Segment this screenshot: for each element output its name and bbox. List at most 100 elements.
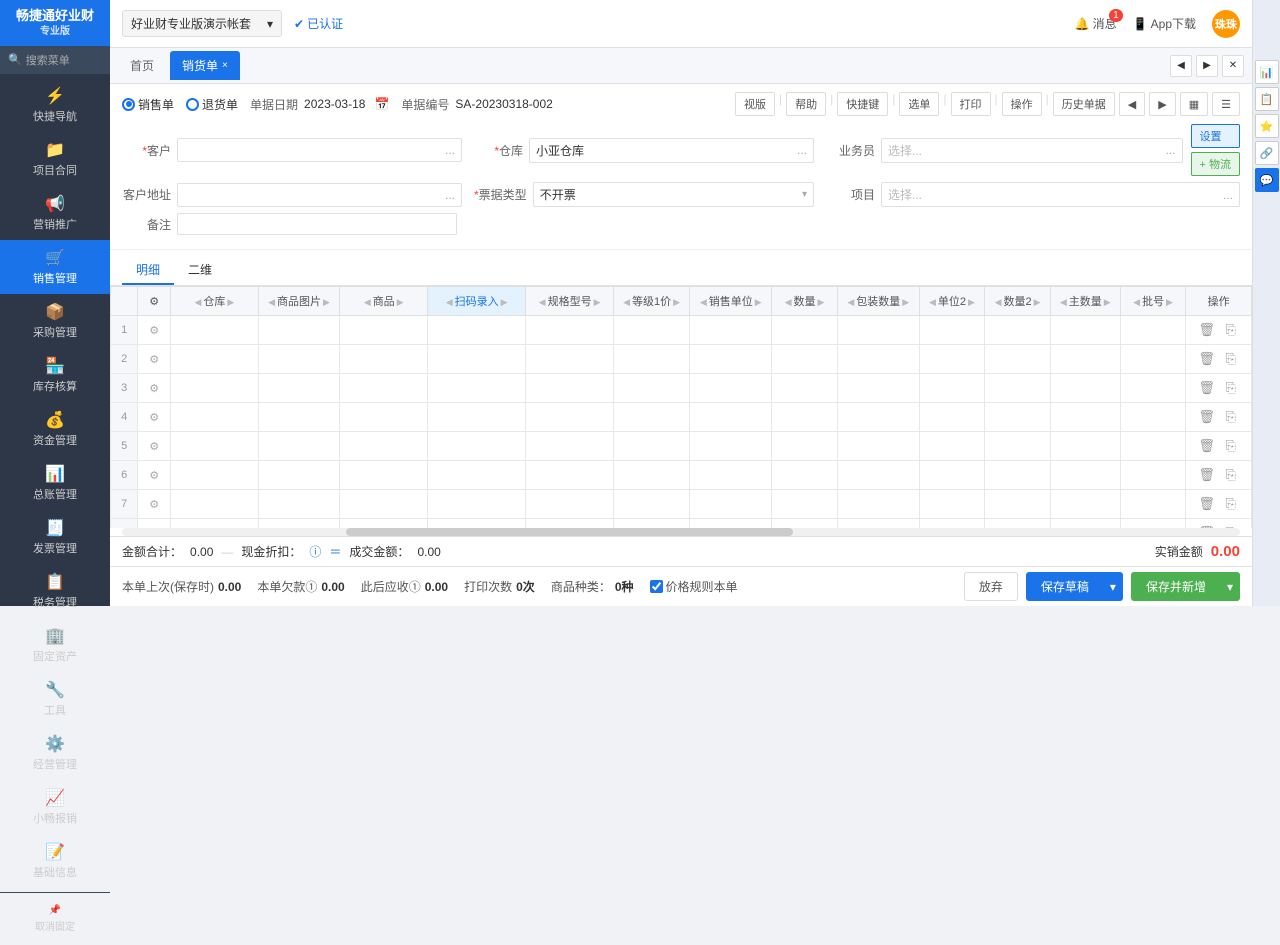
cell-warehouse-5[interactable] xyxy=(171,432,258,461)
list-view-btn[interactable]: ☰ xyxy=(1212,92,1240,116)
cell-ops-7[interactable]: 🗑⎘ xyxy=(1186,490,1252,519)
cell-batch-4[interactable] xyxy=(427,403,525,432)
settings-icon[interactable]: ⚙ xyxy=(149,470,159,482)
note-input[interactable] xyxy=(177,213,457,235)
cell-unit2-2[interactable] xyxy=(919,345,985,374)
sidebar-item-quick-nav[interactable]: ⚡快捷导航 xyxy=(0,78,110,132)
cell-ops-1[interactable]: 🗑⎘ xyxy=(1186,316,1252,345)
print-btn[interactable]: 打印 xyxy=(951,92,991,116)
cell-qty2-8[interactable] xyxy=(985,519,1051,529)
cell-main-4[interactable] xyxy=(1050,403,1120,432)
cell-goods-4[interactable] xyxy=(340,403,427,432)
cell-qty-5[interactable] xyxy=(772,432,838,461)
sidebar-item-ops[interactable]: ⚙️经营管理 xyxy=(0,726,110,780)
sidebar-item-inventory[interactable]: 🏪库存核算 xyxy=(0,348,110,402)
cell-qty-7[interactable] xyxy=(772,490,838,519)
row-settings-8[interactable]: ⚙ xyxy=(138,519,171,529)
cell-unit2-7[interactable] xyxy=(919,490,985,519)
sidebar-item-tools[interactable]: 🔧工具 xyxy=(0,672,110,726)
sidebar-item-fixed[interactable]: 🏢固定资产 xyxy=(0,618,110,672)
sort-prev-unit[interactable]: ◀ xyxy=(700,297,707,307)
tab-home[interactable]: 首页 xyxy=(118,51,166,80)
cell-img-8[interactable] xyxy=(258,519,340,529)
warehouse-input[interactable]: 小亚仓库 ... xyxy=(529,138,814,163)
settings-icon[interactable]: ⚙ xyxy=(149,412,159,424)
copy-row-6[interactable]: ⎘ xyxy=(1221,465,1241,485)
delete-row-7[interactable]: 🗑 xyxy=(1197,494,1217,514)
cell-spec-7[interactable] xyxy=(526,490,613,519)
cell-goods-5[interactable] xyxy=(340,432,427,461)
cell-grade-4[interactable] xyxy=(613,403,690,432)
price-checkbox[interactable] xyxy=(650,580,663,593)
settings-icon[interactable]: ⚙ xyxy=(149,354,159,366)
cell-spec-6[interactable] xyxy=(526,461,613,490)
cell-grade-5[interactable] xyxy=(613,432,690,461)
sort-prev-spec[interactable]: ◀ xyxy=(539,297,546,307)
cell-batch-6[interactable] xyxy=(427,461,525,490)
next-record-btn[interactable]: ▶ xyxy=(1149,92,1175,116)
sort-next-spec[interactable]: ▶ xyxy=(594,297,601,307)
cell-grade-1[interactable] xyxy=(613,316,690,345)
cell-batch2-6[interactable] xyxy=(1120,461,1186,490)
cell-spec-2[interactable] xyxy=(526,345,613,374)
cell-warehouse-2[interactable] xyxy=(171,345,258,374)
save-new-dropdown-btn[interactable]: ▾ xyxy=(1221,572,1240,601)
row-settings-1[interactable]: ⚙ xyxy=(138,316,171,345)
scrollbar-track[interactable] xyxy=(122,528,1240,536)
copy-row-7[interactable]: ⎘ xyxy=(1221,494,1241,514)
cell-pkg-8[interactable] xyxy=(837,519,919,529)
cell-unit-6[interactable] xyxy=(690,461,772,490)
cell-batch2-1[interactable] xyxy=(1120,316,1186,345)
sort-prev-qty2[interactable]: ◀ xyxy=(995,297,1002,307)
invoice-select[interactable]: 不开票 ▾ xyxy=(533,182,814,207)
settings-icon[interactable]: ⚙ xyxy=(149,441,159,453)
cell-qty-8[interactable] xyxy=(772,519,838,529)
cell-img-4[interactable] xyxy=(258,403,340,432)
cell-batch2-2[interactable] xyxy=(1120,345,1186,374)
grid-view-btn[interactable]: ▦ xyxy=(1180,92,1208,116)
table-wrap[interactable]: ⚙◀仓库▶◀商品图片▶◀商品▶◀扫码录入▶◀规格型号▶◀等级1价▶◀销售单位▶◀… xyxy=(110,286,1252,528)
cell-qty-6[interactable] xyxy=(772,461,838,490)
cell-qty2-6[interactable] xyxy=(985,461,1051,490)
row-settings-3[interactable]: ⚙ xyxy=(138,374,171,403)
cell-batch-7[interactable] xyxy=(427,490,525,519)
sidebar-item-purchase[interactable]: 📦采购管理 xyxy=(0,294,110,348)
cell-img-2[interactable] xyxy=(258,345,340,374)
cell-spec-4[interactable] xyxy=(526,403,613,432)
cell-img-6[interactable] xyxy=(258,461,340,490)
cell-unit2-3[interactable] xyxy=(919,374,985,403)
copy-row-3[interactable]: ⎘ xyxy=(1221,378,1241,398)
settings-icon[interactable]: ⚙ xyxy=(149,499,159,511)
add-logistics-btn[interactable]: + 物流 xyxy=(1191,152,1240,176)
sort-prev-pkg[interactable]: ◀ xyxy=(847,297,854,307)
cell-pkg-5[interactable] xyxy=(837,432,919,461)
sort-prev-batch2[interactable]: ◀ xyxy=(1133,297,1140,307)
cell-grade-3[interactable] xyxy=(613,374,690,403)
sort-next-unit2[interactable]: ▶ xyxy=(968,297,975,307)
sidebar-item-project[interactable]: 📁项目合同 xyxy=(0,132,110,186)
cell-main-2[interactable] xyxy=(1050,345,1120,374)
cell-pkg-6[interactable] xyxy=(837,461,919,490)
cell-batch-8[interactable] xyxy=(427,519,525,529)
cell-batch2-5[interactable] xyxy=(1120,432,1186,461)
salesperson-input[interactable]: 选择... ... xyxy=(881,138,1183,163)
copy-row-5[interactable]: ⎘ xyxy=(1221,436,1241,456)
cell-main-1[interactable] xyxy=(1050,316,1120,345)
delete-row-1[interactable]: 🗑 xyxy=(1197,320,1217,340)
calendar-icon[interactable]: 📅 xyxy=(374,97,389,111)
cell-batch-1[interactable] xyxy=(427,316,525,345)
cell-batch2-7[interactable] xyxy=(1120,490,1186,519)
settings-btn[interactable]: 设置 xyxy=(1191,124,1240,148)
cell-warehouse-8[interactable] xyxy=(171,519,258,529)
cell-warehouse-1[interactable] xyxy=(171,316,258,345)
sort-prev-img[interactable]: ◀ xyxy=(268,297,275,307)
cell-qty2-1[interactable] xyxy=(985,316,1051,345)
price-check-field[interactable]: 价格规则本单 xyxy=(650,578,738,595)
cell-unit-3[interactable] xyxy=(690,374,772,403)
tab-close-all-btn[interactable]: ✕ xyxy=(1222,55,1244,77)
sort-prev-batch[interactable]: ◀ xyxy=(446,297,453,307)
sort-next-qty2[interactable]: ▶ xyxy=(1034,297,1041,307)
tab-close-icon[interactable]: × xyxy=(222,60,228,71)
sort-next-grade[interactable]: ▶ xyxy=(673,297,680,307)
cell-unit2-4[interactable] xyxy=(919,403,985,432)
